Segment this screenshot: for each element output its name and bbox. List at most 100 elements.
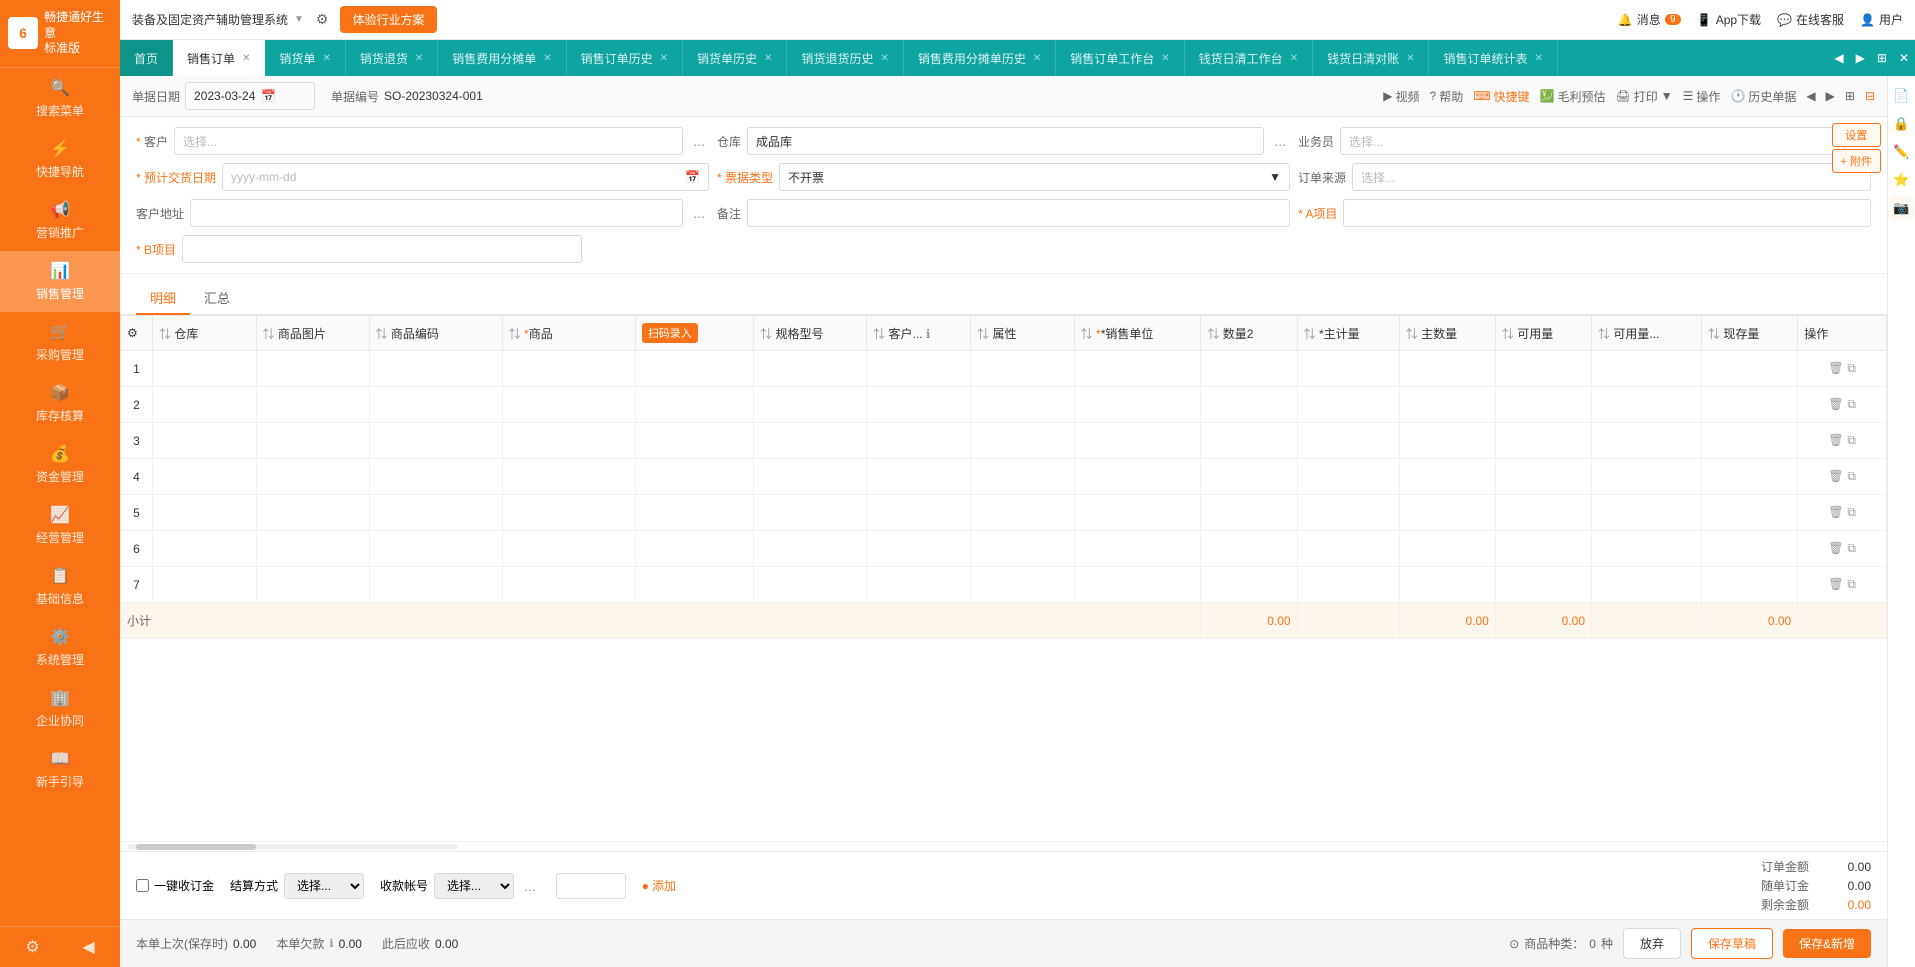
delete-icon-6[interactable]: 🗑 — [1828, 541, 1843, 556]
row-product-code-6[interactable] — [369, 531, 502, 567]
row-main-qty-5[interactable] — [1399, 495, 1495, 531]
nav-list-icon-3[interactable]: ⊟ — [1865, 89, 1875, 103]
row-qty2-1[interactable] — [1201, 351, 1297, 387]
topbar-user[interactable]: 👤 用户 — [1860, 11, 1903, 28]
save-draft-button[interactable]: 保存草稿 — [1691, 928, 1773, 959]
row-attrs-7[interactable] — [971, 567, 1075, 603]
order-source-select[interactable]: 选择... — [1352, 163, 1871, 191]
copy-icon-3[interactable]: ⧉ — [1847, 433, 1856, 448]
customer-select[interactable]: 选择... — [174, 127, 683, 155]
tab-close-icon[interactable]: ✕ — [1033, 53, 1041, 64]
row-sales-unit-2[interactable] — [1074, 387, 1201, 423]
tab-close-icon[interactable]: ✕ — [660, 53, 668, 64]
row-product-4[interactable] — [502, 459, 635, 495]
row-main-qty-6[interactable] — [1399, 531, 1495, 567]
row-product-code-4[interactable] — [369, 459, 502, 495]
customer-address-select[interactable] — [190, 199, 683, 227]
nav-tab-sales-history[interactable]: 销货单历史 ✕ — [683, 40, 787, 76]
row-product-code-7[interactable] — [369, 567, 502, 603]
right-icon-2[interactable]: 🔒 — [1890, 112, 1914, 136]
row-attrs-3[interactable] — [971, 423, 1075, 459]
row-product-code-5[interactable] — [369, 495, 502, 531]
nav-tab-sales-return-goods[interactable]: 销货退货 ✕ — [346, 40, 438, 76]
row-qty2-5[interactable] — [1201, 495, 1297, 531]
sidebar-item-sales[interactable]: 📊 销售管理 — [0, 251, 120, 312]
tab-prev-arrow[interactable]: ◀ — [1828, 40, 1849, 76]
sidebar-item-quick-nav[interactable]: ⚡ 快捷导航 — [0, 129, 120, 190]
row-attrs-5[interactable] — [971, 495, 1075, 531]
right-icon-4[interactable]: ⭐ — [1890, 168, 1914, 192]
nav-grid-icon[interactable]: ⊞ — [1845, 89, 1855, 103]
row-customer-code-6[interactable] — [867, 531, 971, 567]
row-customer-code-4[interactable] — [867, 459, 971, 495]
row-customer-code-2[interactable] — [867, 387, 971, 423]
delete-icon-2[interactable]: 🗑 — [1828, 397, 1843, 412]
history-btn[interactable]: 🕐 历史单据 — [1730, 88, 1796, 105]
tab-close-icon[interactable]: ✕ — [764, 53, 772, 64]
sidebar-item-enterprise[interactable]: 🏢 企业协同 — [0, 678, 120, 739]
row-product-5[interactable] — [502, 495, 635, 531]
row-product-7[interactable] — [502, 567, 635, 603]
remarks-input[interactable] — [747, 199, 1290, 227]
account-select[interactable]: 选择... — [434, 873, 514, 899]
tab-menu-arrow[interactable]: ⊞ — [1871, 40, 1893, 76]
row-attrs-2[interactable] — [971, 387, 1075, 423]
row-main-unit-6[interactable] — [1297, 531, 1399, 567]
one-click-checkbox[interactable]: 一键收订金 — [136, 877, 214, 894]
copy-icon-4[interactable]: ⧉ — [1847, 469, 1856, 484]
copy-icon-6[interactable]: ⧉ — [1847, 541, 1856, 556]
profit-btn[interactable]: 💹 毛利预估 — [1540, 88, 1606, 105]
address-ellipsis[interactable]: ... — [689, 205, 709, 221]
row-main-qty-2[interactable] — [1399, 387, 1495, 423]
print-btn[interactable]: 🖨 打印 ▼ — [1616, 88, 1673, 105]
row-warehouse-3[interactable] — [153, 423, 257, 459]
delete-icon-1[interactable]: 🗑 — [1828, 361, 1843, 376]
tab-close-icon[interactable]: ✕ — [322, 53, 330, 64]
right-icon-1[interactable]: 📄 — [1890, 84, 1914, 108]
row-warehouse-7[interactable] — [153, 567, 257, 603]
sidebar-item-inventory[interactable]: 📦 库存核算 — [0, 373, 120, 434]
th-settings[interactable]: ⚙ — [121, 316, 153, 351]
copy-icon-7[interactable]: ⧉ — [1847, 577, 1856, 592]
nav-tab-sales-order[interactable]: 销售订单 ✕ — [173, 40, 265, 76]
this-order-info-icon[interactable]: ℹ — [329, 937, 333, 950]
tab-close-icon[interactable]: ✕ — [1406, 53, 1414, 64]
invoice-type-select[interactable]: 不开票 ▼ — [779, 163, 1290, 191]
row-spec-2[interactable] — [754, 387, 867, 423]
row-main-qty-1[interactable] — [1399, 351, 1495, 387]
sidebar-item-purchase[interactable]: 🛒 采购管理 — [0, 312, 120, 373]
row-warehouse-4[interactable] — [153, 459, 257, 495]
right-icon-3[interactable]: ✏️ — [1890, 140, 1914, 164]
row-customer-code-5[interactable] — [867, 495, 971, 531]
row-product-code-2[interactable] — [369, 387, 502, 423]
row-spec-7[interactable] — [754, 567, 867, 603]
amount-input[interactable]: 0.00 — [556, 873, 626, 899]
settlement-select[interactable]: 选择... — [284, 873, 364, 899]
help-btn[interactable]: ? 帮助 — [1430, 88, 1464, 105]
row-main-unit-4[interactable] — [1297, 459, 1399, 495]
delete-icon-3[interactable]: 🗑 — [1828, 433, 1843, 448]
row-main-unit-3[interactable] — [1297, 423, 1399, 459]
tab-close-icon[interactable]: ✕ — [543, 53, 551, 64]
row-product-1[interactable] — [502, 351, 635, 387]
attachment-btn[interactable]: + 附件 — [1832, 149, 1881, 173]
nav-tab-cash-reconcile[interactable]: 钱货日清对账 ✕ — [1313, 40, 1429, 76]
sidebar-item-finance[interactable]: 💰 资金管理 — [0, 434, 120, 495]
row-sales-unit-3[interactable] — [1074, 423, 1201, 459]
row-spec-6[interactable] — [754, 531, 867, 567]
copy-icon-2[interactable]: ⧉ — [1847, 397, 1856, 412]
row-product-code-1[interactable] — [369, 351, 502, 387]
row-warehouse-1[interactable] — [153, 351, 257, 387]
topbar-online-service[interactable]: 💬 在线客服 — [1777, 11, 1844, 28]
date-input[interactable]: 2023-03-24 📅 — [185, 82, 315, 110]
row-customer-code-7[interactable] — [867, 567, 971, 603]
row-sales-unit-5[interactable] — [1074, 495, 1201, 531]
nav-tab-sales-fee-split[interactable]: 销售费用分摊单 ✕ — [438, 40, 566, 76]
customer-ellipsis[interactable]: ... — [689, 133, 709, 149]
add-payment-btn[interactable]: ● 添加 — [642, 877, 676, 894]
sidebar-item-marketing[interactable]: 📢 营销推广 — [0, 190, 120, 251]
tab-next-arrow[interactable]: ▶ — [1850, 40, 1871, 76]
row-customer-code-1[interactable] — [867, 351, 971, 387]
a-project-input[interactable] — [1343, 199, 1871, 227]
tab-close-icon[interactable]: ✕ — [1290, 53, 1298, 64]
